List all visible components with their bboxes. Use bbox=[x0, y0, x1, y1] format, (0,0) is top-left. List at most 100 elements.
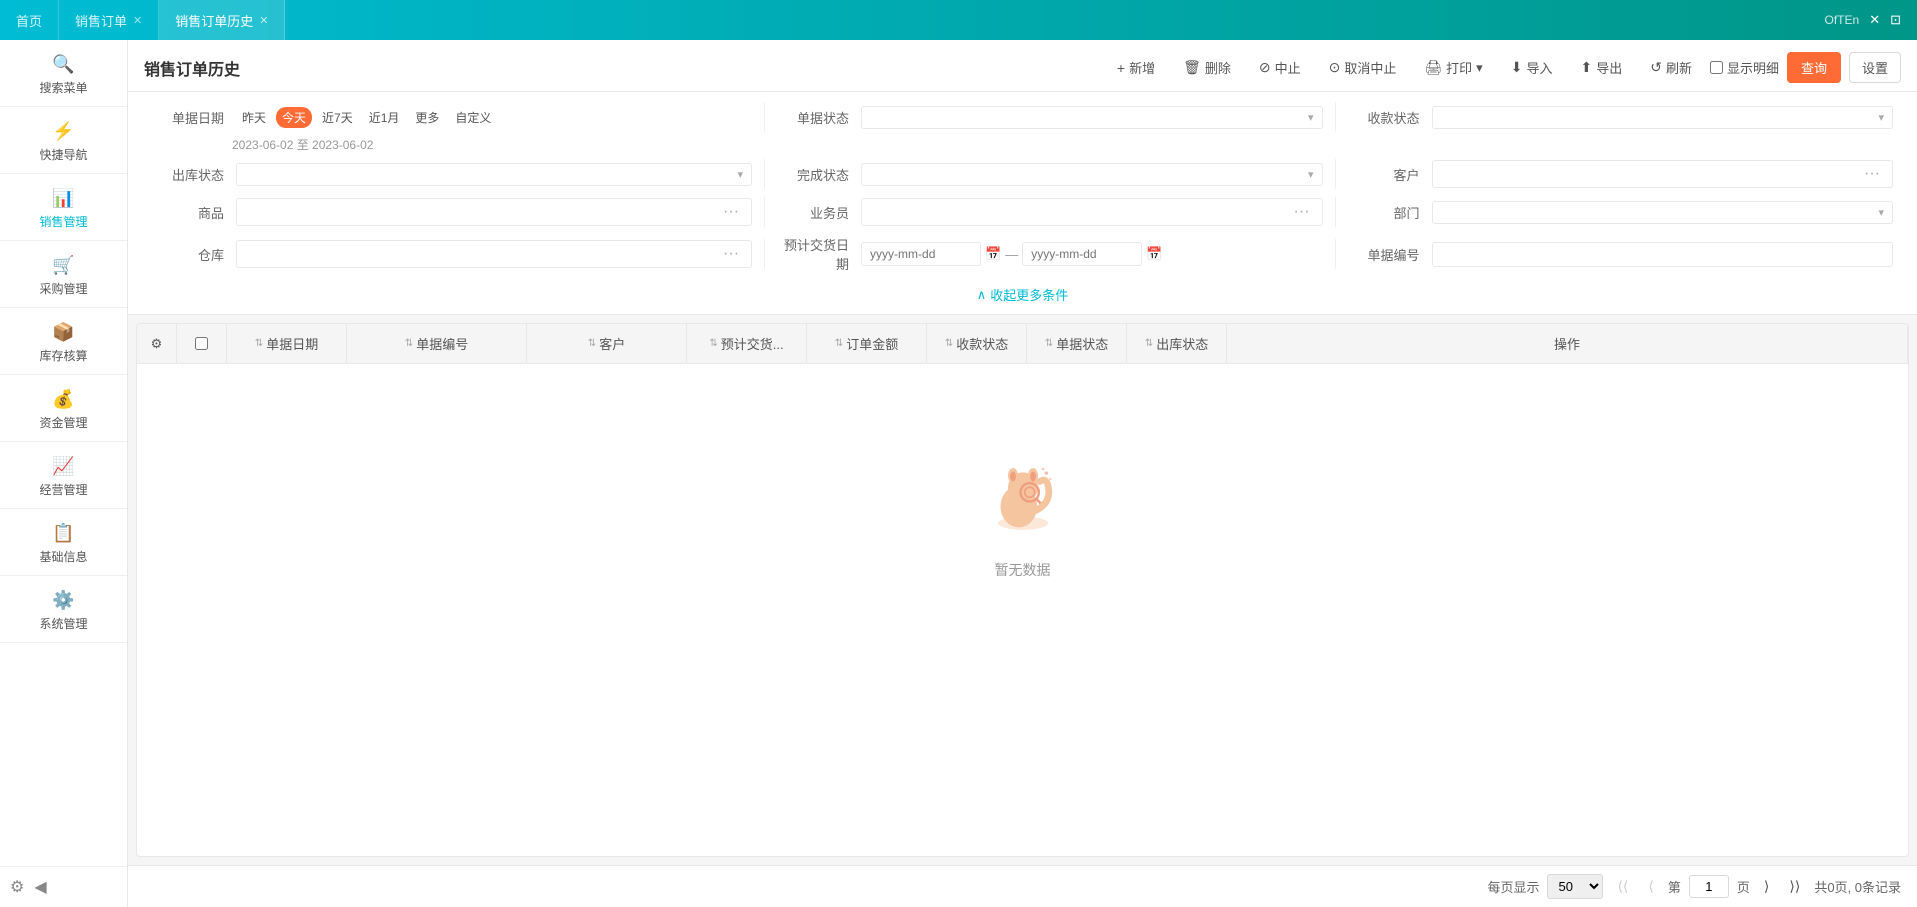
collapse-bar[interactable]: ∧ 收起更多条件 bbox=[144, 281, 1901, 304]
payment-status-cell: 收款状态 ▾ bbox=[1340, 106, 1901, 129]
display-toggle[interactable]: 显示明细 bbox=[1710, 58, 1779, 77]
tab-sales-history-close[interactable]: ✕ bbox=[259, 14, 268, 27]
display-toggle-checkbox[interactable] bbox=[1710, 61, 1723, 74]
salesman-dots[interactable]: ··· bbox=[1290, 203, 1314, 221]
divider-4 bbox=[1335, 159, 1336, 189]
bill-no-input[interactable] bbox=[1432, 242, 1893, 267]
purchase-icon: 🛒 bbox=[52, 255, 74, 276]
th-customer-label: 客户 bbox=[599, 334, 625, 353]
sidebar-item-search[interactable]: 🔍 搜索菜单 bbox=[0, 40, 127, 107]
dept-select[interactable]: ▾ bbox=[1432, 201, 1893, 224]
delivery-date-start[interactable] bbox=[861, 242, 981, 266]
window-expand-icon[interactable]: ⊡ bbox=[1890, 12, 1901, 28]
payment-status-select[interactable]: ▾ bbox=[1432, 106, 1893, 129]
goods-dots[interactable]: ··· bbox=[719, 203, 743, 221]
page-header: 销售订单历史 + 新增 🗑 删除 ⊘ 中止 ⊙ 取消中止 bbox=[128, 40, 1917, 92]
date-yesterday[interactable]: 昨天 bbox=[236, 107, 272, 128]
complete-status-arrow: ▾ bbox=[1308, 168, 1314, 181]
out-status-cell: 出库状态 ▾ bbox=[144, 163, 760, 186]
query-button[interactable]: 查询 bbox=[1787, 52, 1841, 83]
bill-no-cell: 单据编号 bbox=[1340, 242, 1901, 267]
th-delivery[interactable]: ⇅ 预计交货... bbox=[687, 324, 807, 363]
bill-status-select[interactable]: ▾ bbox=[861, 106, 1322, 129]
dept-cell: 部门 ▾ bbox=[1340, 201, 1901, 224]
stop-button[interactable]: ⊘ 中止 bbox=[1249, 53, 1311, 82]
warehouse-dots[interactable]: ··· bbox=[719, 245, 743, 263]
date-label: 单据日期 bbox=[152, 108, 232, 127]
th-delivery-sort-icon: ⇅ bbox=[709, 338, 717, 349]
sidebar: 🔍 搜索菜单 ⚡ 快捷导航 📊 销售管理 🛒 采购管理 📦 库存核算 💰 资金管… bbox=[0, 40, 128, 907]
import-button[interactable]: ⬇ 导入 bbox=[1501, 53, 1563, 82]
add-button[interactable]: + 新增 bbox=[1107, 53, 1165, 82]
page-next-btn[interactable]: ⟩ bbox=[1758, 876, 1775, 897]
th-out-status[interactable]: ⇅ 出库状态 bbox=[1127, 324, 1227, 363]
print-button[interactable]: 🖨 打印 ▾ bbox=[1414, 53, 1492, 82]
select-all-checkbox[interactable] bbox=[195, 337, 208, 350]
th-customer[interactable]: ⇅ 客户 bbox=[527, 324, 687, 363]
th-amount[interactable]: ⇅ 订单金额 bbox=[807, 324, 927, 363]
page-last-btn[interactable]: ⟩⟩ bbox=[1783, 876, 1806, 897]
page-size-select[interactable]: 50 10 20 100 bbox=[1547, 874, 1603, 899]
tab-sales-order-close[interactable]: ✕ bbox=[133, 14, 142, 27]
settings-button[interactable]: 设置 bbox=[1849, 52, 1901, 83]
divider-2 bbox=[1335, 102, 1336, 132]
th-payment-status[interactable]: ⇅ 收款状态 bbox=[927, 324, 1027, 363]
sidebar-item-inventory[interactable]: 📦 库存核算 bbox=[0, 308, 127, 375]
delivery-date-end[interactable] bbox=[1022, 242, 1142, 266]
th-bill-status[interactable]: ⇅ 单据状态 bbox=[1027, 324, 1127, 363]
date-custom[interactable]: 自定义 bbox=[449, 107, 497, 128]
date-7days[interactable]: 近7天 bbox=[316, 107, 359, 128]
sidebar-settings-icon[interactable]: ⚙ bbox=[10, 877, 24, 897]
operation-icon: 📈 bbox=[52, 456, 74, 477]
delete-button[interactable]: 🗑 删除 bbox=[1173, 53, 1241, 82]
sidebar-item-purchase[interactable]: 🛒 采购管理 bbox=[0, 241, 127, 308]
th-settings[interactable]: ⚙ bbox=[137, 324, 177, 363]
tab-sales-history[interactable]: 销售订单历史 ✕ bbox=[159, 0, 285, 40]
tab-sales-order[interactable]: 销售订单 ✕ bbox=[59, 0, 159, 40]
out-status-select[interactable]: ▾ bbox=[236, 163, 752, 186]
export-button[interactable]: ⬆ 导出 bbox=[1570, 53, 1632, 82]
page-input[interactable] bbox=[1689, 875, 1729, 898]
th-checkbox[interactable] bbox=[177, 324, 227, 363]
sidebar-item-operation[interactable]: 📈 经营管理 bbox=[0, 442, 127, 509]
th-bill-no[interactable]: ⇅ 单据编号 bbox=[347, 324, 527, 363]
window-close-icon[interactable]: ✕ bbox=[1869, 12, 1880, 28]
date-today[interactable]: 今天 bbox=[276, 107, 312, 128]
warehouse-select[interactable]: ··· bbox=[236, 240, 752, 268]
page-prev-btn[interactable]: ⟨ bbox=[1642, 876, 1659, 897]
sidebar-item-basic[interactable]: 📋 基础信息 bbox=[0, 509, 127, 576]
refresh-button[interactable]: ↺ 刷新 bbox=[1640, 53, 1702, 82]
page-total: 共0页, 0条记录 bbox=[1814, 877, 1901, 896]
date-more[interactable]: 更多 bbox=[409, 107, 445, 128]
sidebar-collapse-icon[interactable]: ◀ bbox=[34, 877, 46, 897]
goods-select[interactable]: ··· bbox=[236, 198, 752, 226]
cancel-stop-button[interactable]: ⊙ 取消中止 bbox=[1319, 53, 1407, 82]
cal-end-icon[interactable]: 📅 bbox=[1146, 246, 1162, 262]
tab-home[interactable]: 首页 bbox=[0, 0, 59, 40]
goods-label: 商品 bbox=[152, 203, 232, 222]
tab-sales-history-label: 销售订单历史 bbox=[175, 11, 253, 30]
th-date[interactable]: ⇅ 单据日期 bbox=[227, 324, 347, 363]
th-payment-label: 收款状态 bbox=[956, 334, 1008, 353]
cancel-stop-icon: ⊙ bbox=[1329, 59, 1341, 76]
page-first-btn[interactable]: ⟨⟨ bbox=[1611, 876, 1634, 897]
sidebar-item-sales[interactable]: 📊 销售管理 bbox=[0, 174, 127, 241]
query-label: 查询 bbox=[1801, 58, 1827, 77]
complete-status-select[interactable]: ▾ bbox=[861, 163, 1322, 186]
th-action-label: 操作 bbox=[1554, 334, 1580, 353]
pagination-bar: 每页显示 50 10 20 100 ⟨⟨ ⟨ 第 页 ⟩ ⟩⟩ 共0页, 0条记… bbox=[128, 865, 1917, 907]
sidebar-item-quicknav[interactable]: ⚡ 快捷导航 bbox=[0, 107, 127, 174]
export-label: 导出 bbox=[1596, 58, 1622, 77]
payment-status-arrow: ▾ bbox=[1878, 111, 1884, 124]
salesman-select[interactable]: ··· bbox=[861, 198, 1322, 226]
sidebar-bottom: ⚙ ◀ bbox=[0, 866, 127, 907]
tab-sales-order-label: 销售订单 bbox=[75, 11, 127, 30]
cal-start-icon[interactable]: 📅 bbox=[985, 246, 1001, 262]
date-1month[interactable]: 近1月 bbox=[363, 107, 406, 128]
add-icon: + bbox=[1117, 60, 1125, 76]
sidebar-item-system[interactable]: ⚙️ 系统管理 bbox=[0, 576, 127, 643]
customer-select[interactable]: ··· bbox=[1432, 160, 1893, 188]
customer-dots[interactable]: ··· bbox=[1860, 165, 1884, 183]
sidebar-item-finance[interactable]: 💰 资金管理 bbox=[0, 375, 127, 442]
warehouse-label: 仓库 bbox=[152, 245, 232, 264]
